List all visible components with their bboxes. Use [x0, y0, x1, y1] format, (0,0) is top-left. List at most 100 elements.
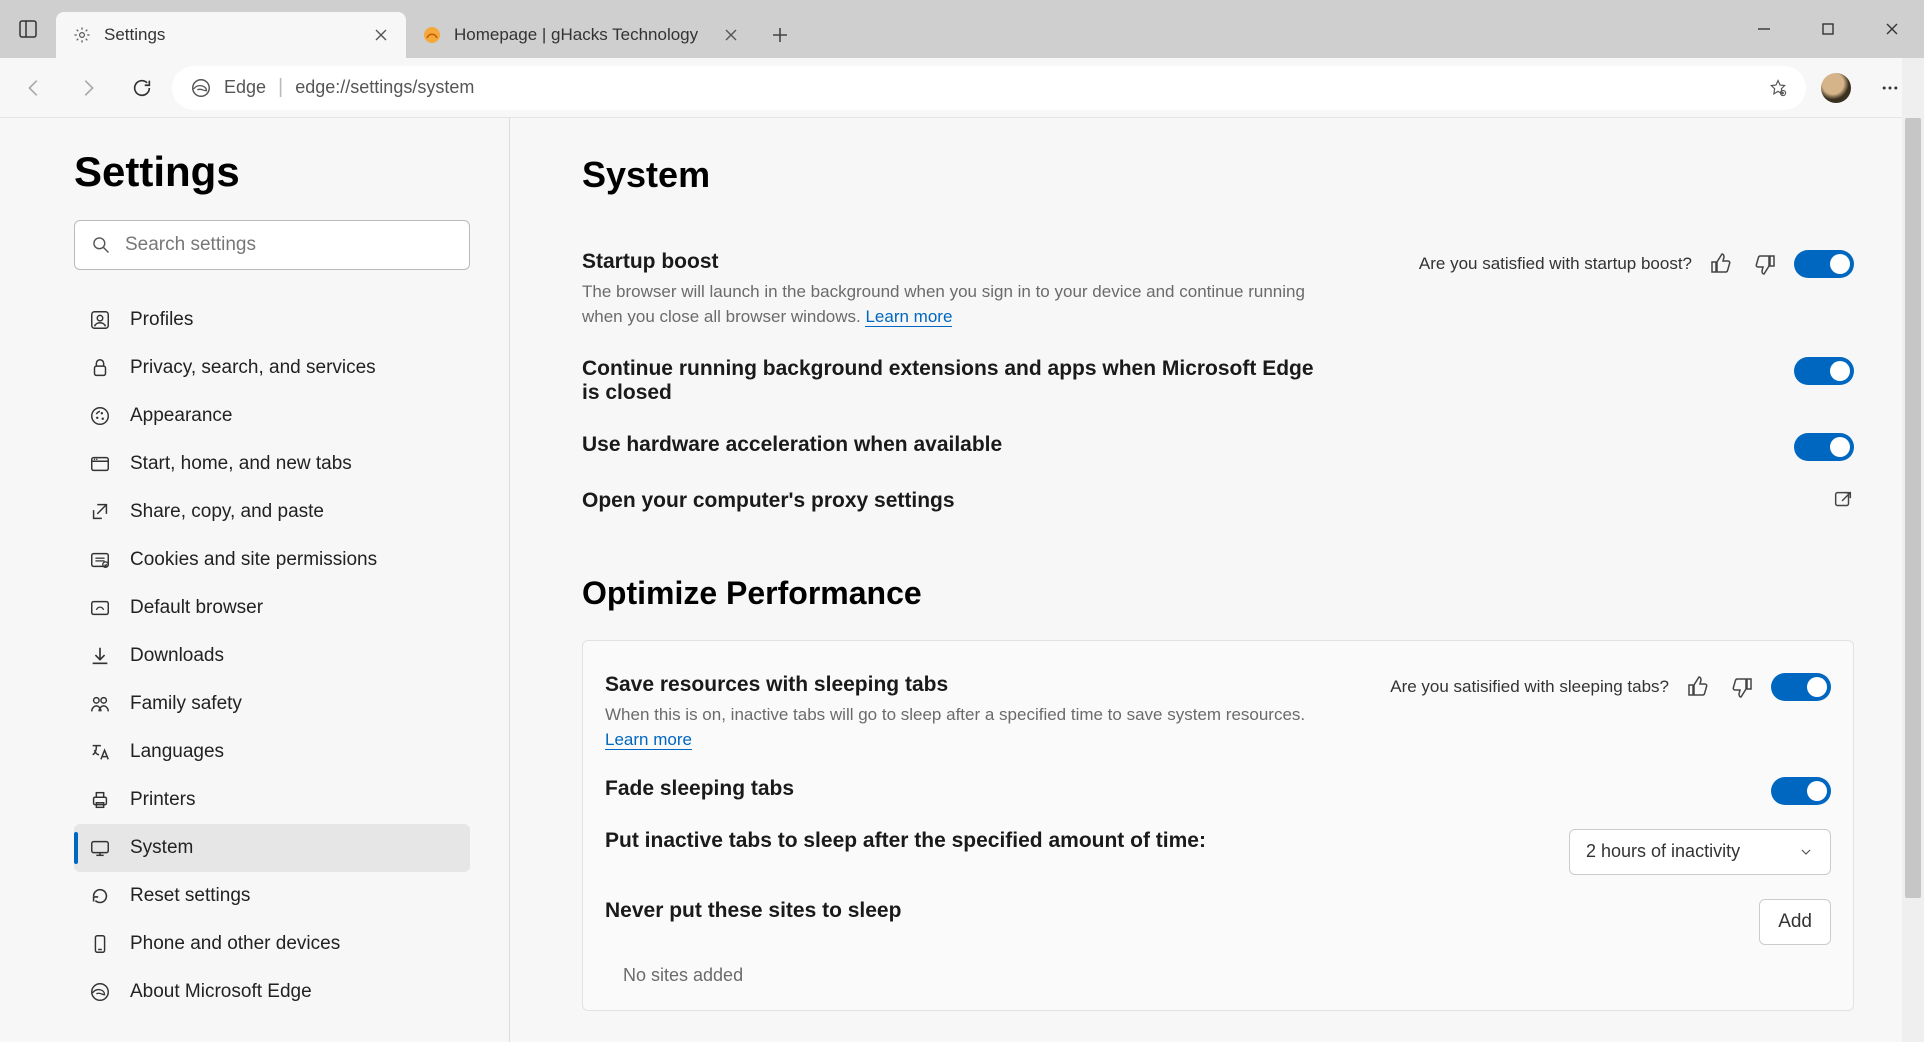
setting-title: Startup boost [582, 250, 1322, 274]
sidebar-item-family[interactable]: Family safety [74, 680, 470, 728]
sleeping-tabs-toggle[interactable] [1771, 673, 1831, 701]
vertical-scrollbar[interactable] [1902, 58, 1924, 1042]
sidebar-item-label: Downloads [130, 645, 224, 667]
background-apps-toggle[interactable] [1794, 357, 1854, 385]
sidebar-item-phone[interactable]: Phone and other devices [74, 920, 470, 968]
thumbs-up-button[interactable] [1687, 675, 1711, 699]
profiles-icon [88, 308, 112, 332]
address-bar[interactable]: Edge | edge://settings/system [172, 66, 1806, 110]
feedback-question: Are you satisfied with startup boost? [1419, 254, 1692, 274]
search-input[interactable] [125, 234, 453, 256]
settings-nav: Profiles Privacy, search, and services App… [74, 296, 509, 1016]
printers-icon [88, 788, 112, 812]
chevron-down-icon [1798, 844, 1814, 860]
sidebar-item-default[interactable]: Default browser [74, 584, 470, 632]
downloads-icon [88, 644, 112, 668]
thumbs-up-icon [1710, 252, 1734, 276]
learn-more-link[interactable]: Learn more [605, 730, 692, 750]
setting-hardware-accel: Use hardware acceleration when available [582, 419, 1854, 475]
appearance-icon [88, 404, 112, 428]
sidebar-item-privacy[interactable]: Privacy, search, and services [74, 344, 470, 392]
sidebar-item-cookies[interactable]: Cookies and site permissions [74, 536, 470, 584]
startup-boost-toggle[interactable] [1794, 250, 1854, 278]
thumbs-up-icon [1687, 675, 1711, 699]
scrollbar-thumb[interactable] [1905, 118, 1921, 898]
open-external-icon [1832, 489, 1854, 511]
hardware-accel-toggle[interactable] [1794, 433, 1854, 461]
minimize-icon [1757, 22, 1771, 36]
learn-more-link[interactable]: Learn more [865, 307, 952, 327]
sidebar-item-printers[interactable]: Printers [74, 776, 470, 824]
sidebar-item-profiles[interactable]: Profiles [74, 296, 470, 344]
system-icon [88, 836, 112, 860]
close-window-button[interactable] [1860, 0, 1924, 58]
site-identity-label: Edge [224, 77, 266, 98]
sidebar-item-system[interactable]: System [74, 824, 470, 872]
languages-icon [88, 740, 112, 764]
thumbs-up-button[interactable] [1710, 252, 1734, 276]
minimize-button[interactable] [1732, 0, 1796, 58]
sidebar-item-label: Languages [130, 741, 224, 763]
close-icon [725, 29, 737, 41]
tab-label: Homepage | gHacks Technology [454, 25, 710, 45]
maximize-icon [1821, 22, 1835, 36]
reset-icon [88, 884, 112, 908]
setting-sleeping-tabs: Save resources with sleeping tabs When t… [605, 661, 1831, 764]
sidebar-item-label: Share, copy, and paste [130, 501, 324, 523]
setting-title: Never put these sites to sleep [605, 899, 1345, 923]
tab-close-button[interactable] [722, 26, 740, 44]
setting-startup-boost: Startup boost The browser will launch in… [582, 236, 1854, 343]
sidebar-item-downloads[interactable]: Downloads [74, 632, 470, 680]
thumbs-down-button[interactable] [1752, 252, 1776, 276]
new-tab-button[interactable] [756, 12, 804, 58]
plus-icon [771, 26, 789, 44]
thumbs-down-icon [1752, 252, 1776, 276]
back-button[interactable] [10, 64, 58, 112]
settings-sidebar: Settings ProfilesPrivacy, search, and se… [0, 118, 510, 1042]
family-icon [88, 692, 112, 716]
sidebar-item-label: Privacy, search, and services [130, 357, 376, 379]
performance-card: Save resources with sleeping tabs When t… [582, 640, 1854, 1010]
inactive-timeout-dropdown[interactable]: 2 hours of inactivity [1569, 829, 1831, 875]
setting-title: Fade sleeping tabs [605, 777, 1345, 801]
setting-title: Open your computer's proxy settings [582, 489, 1322, 513]
tab-settings[interactable]: Settings [56, 12, 406, 58]
sidebar-item-label: Default browser [130, 597, 263, 619]
tab-ghacks[interactable]: Homepage | gHacks Technology [406, 12, 756, 58]
favorite-button[interactable] [1768, 78, 1788, 98]
settings-search[interactable] [74, 220, 470, 270]
tab-close-button[interactable] [372, 26, 390, 44]
star-add-icon [1768, 78, 1788, 98]
tab-actions-button[interactable] [0, 0, 56, 58]
add-site-button[interactable]: Add [1759, 899, 1831, 945]
setting-title: Continue running background extensions a… [582, 357, 1322, 405]
window-controls [1732, 0, 1924, 58]
sidebar-item-reset[interactable]: Reset settings [74, 872, 470, 920]
sidebar-item-about[interactable]: About Microsoft Edge [74, 968, 470, 1016]
setting-background-apps: Continue running background extensions a… [582, 343, 1854, 419]
sidebar-item-label: System [130, 837, 193, 859]
forward-button[interactable] [64, 64, 112, 112]
sidebar-item-label: Reset settings [130, 885, 250, 907]
about-icon [88, 980, 112, 1004]
tab-actions-icon [18, 19, 38, 39]
edge-icon [190, 77, 212, 99]
setting-proxy[interactable]: Open your computer's proxy settings [582, 475, 1854, 527]
sidebar-item-label: Cookies and site permissions [130, 549, 377, 571]
no-sites-label: No sites added [605, 957, 1831, 986]
sidebar-item-appearance[interactable]: Appearance [74, 392, 470, 440]
fade-sleeping-toggle[interactable] [1771, 777, 1831, 805]
default-icon [88, 596, 112, 620]
sidebar-item-share[interactable]: Share, copy, and paste [74, 488, 470, 536]
tab-label: Settings [104, 25, 360, 45]
thumbs-down-button[interactable] [1729, 675, 1753, 699]
sidebar-item-languages[interactable]: Languages [74, 728, 470, 776]
dropdown-value: 2 hours of inactivity [1586, 841, 1740, 862]
reload-button[interactable] [118, 64, 166, 112]
setting-description: When this is on, inactive tabs will go t… [605, 703, 1345, 752]
content: Settings ProfilesPrivacy, search, and se… [0, 118, 1924, 1042]
setting-title: Put inactive tabs to sleep after the spe… [605, 829, 1345, 853]
maximize-button[interactable] [1796, 0, 1860, 58]
profile-button[interactable] [1812, 64, 1860, 112]
sidebar-item-start[interactable]: Start, home, and new tabs [74, 440, 470, 488]
